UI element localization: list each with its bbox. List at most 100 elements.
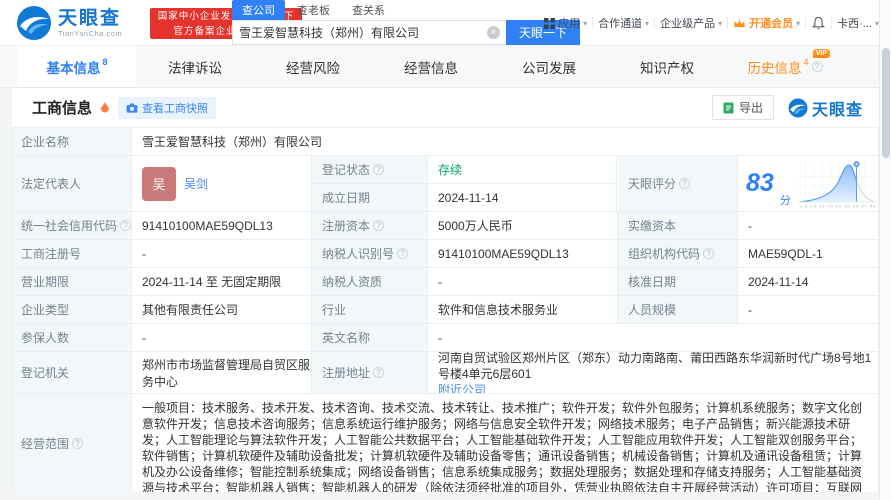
tab-company-development-label: 公司发展 xyxy=(522,60,576,76)
credit-code-label-text: 统一社会信用代码 xyxy=(21,219,118,233)
tab-operation-risk-label: 经营风险 xyxy=(286,60,340,76)
tab-company-development[interactable]: 公司发展 xyxy=(490,46,608,87)
tab-operation-risk[interactable]: 经营风险 xyxy=(254,46,372,87)
tab-operation-info-label: 经营信息 xyxy=(404,60,458,76)
crown-icon xyxy=(734,19,746,27)
tianyancha-logo-icon xyxy=(17,6,51,40)
divider xyxy=(592,17,594,29)
nav-vip[interactable]: 开通会员 ▾ xyxy=(733,15,800,31)
business-scope-label-text: 经营范围 xyxy=(21,436,70,451)
nav-enterprise-products[interactable]: 企业级产品 ▾ xyxy=(660,15,722,31)
reg-authority-value: 郑州市市场监督管理局自贸区服务中心 xyxy=(132,352,312,394)
legal-rep-name-link[interactable]: 吴剑 xyxy=(184,175,208,192)
watermark-text: 天眼查 xyxy=(811,101,863,119)
divider xyxy=(727,17,729,29)
business-snapshot-button[interactable]: 查看工商快照 xyxy=(118,96,217,119)
insured-label: 参保人数 xyxy=(13,324,132,352)
english-name-value: - xyxy=(428,324,879,352)
section-title: 工商信息 xyxy=(32,100,93,117)
approve-date-value: 2024-11-14 xyxy=(738,268,879,296)
approve-date-label: 核准日期 xyxy=(618,268,738,296)
reg-address-label: 注册地址 xyxy=(312,352,428,394)
chevron-down-icon: ▾ xyxy=(796,18,801,28)
logo-subtext: TianYanCha.com xyxy=(58,28,123,38)
export-file-icon xyxy=(723,102,734,113)
watermark-logo: 天眼查 xyxy=(788,96,863,120)
business-term-label: 营业期限 xyxy=(13,268,132,296)
industry-label: 行业 xyxy=(312,296,428,324)
tab-basic-info-label: 基本信息 xyxy=(46,60,101,76)
chevron-down-icon: ▾ xyxy=(645,18,650,28)
divider xyxy=(654,17,656,29)
nav-cooperation[interactable]: 合作通道 ▾ xyxy=(598,15,649,31)
taxpayer-quality-label: 纳税人资质 xyxy=(312,268,428,296)
reg-status-value: 存续 xyxy=(428,156,617,184)
legal-rep-avatar[interactable]: 吴 xyxy=(142,166,176,201)
nearby-companies-link[interactable]: 附近公司 xyxy=(438,382,486,394)
score-cell: 83 分 1 5 10 20 40 60 80 90 97 99 xyxy=(738,156,879,212)
nav-enterprise-label: 企业级产品 xyxy=(660,18,716,30)
score-label-text: 天眼评分 xyxy=(628,177,677,191)
reg-address-label-text: 注册地址 xyxy=(322,366,371,380)
business-info-table: 企业名称 雪王爱智慧科技（郑州）有限公司 法定代表人 吴 吴剑 登记状态 存续 … xyxy=(12,127,879,492)
reg-capital-label: 注册资本 xyxy=(312,212,428,240)
business-info-card: 工商信息 查看工商快照 导出 天眼查 企业名称 雪王爱智慧科技（郑州）有限公司 … xyxy=(12,88,879,492)
tab-basic-info[interactable]: 基本信息 8 xyxy=(18,46,136,87)
reg-capital-label-text: 注册资本 xyxy=(322,219,371,233)
help-icon[interactable] xyxy=(120,220,131,231)
company-type-label: 企业类型 xyxy=(13,296,132,324)
establish-date-value: 2024-11-14 xyxy=(428,184,617,212)
search-input[interactable] xyxy=(239,25,487,40)
score-label: 天眼评分 xyxy=(618,156,738,212)
camera-icon xyxy=(126,102,138,113)
credit-code-value: 91410100MAE59QDL13 xyxy=(132,212,312,240)
credit-code-label: 统一社会信用代码 xyxy=(13,212,132,240)
taxpayer-quality-value: - xyxy=(428,268,618,296)
help-icon[interactable] xyxy=(72,437,84,449)
taxpayer-id-value: 91410100MAE59QDL13 xyxy=(428,240,618,268)
paid-capital-label: 实缴资本 xyxy=(618,212,738,240)
tianyancha-logo[interactable]: 天眼查 TianYanCha.com xyxy=(16,5,122,41)
bell-icon[interactable] xyxy=(811,16,826,31)
business-scope-label: 经营范围 xyxy=(13,394,132,492)
business-scope-value: 一般项目：技术服务、技术开发、技术咨询、技术交流、技术转让、技术推广；软件开发；… xyxy=(132,394,879,492)
nav-apps[interactable]: 应用 ▾ xyxy=(544,15,587,31)
reg-status-label-text: 登记状态 xyxy=(322,163,371,177)
help-icon[interactable] xyxy=(811,61,823,72)
english-name-label: 英文名称 xyxy=(312,324,428,352)
chevron-down-icon: ▾ xyxy=(718,18,723,28)
help-icon[interactable] xyxy=(703,248,715,259)
tab-history-info[interactable]: 历史信息 4 VIP xyxy=(726,46,844,87)
tab-legal-litigation[interactable]: 法律诉讼 xyxy=(136,46,254,87)
help-icon[interactable] xyxy=(397,248,409,259)
insured-value: - xyxy=(132,324,312,352)
user-name: 卡西·... xyxy=(837,18,872,30)
vip-badge: VIP xyxy=(812,49,830,58)
tab-operation-info[interactable]: 经营信息 xyxy=(372,46,490,87)
flame-icon xyxy=(101,101,109,113)
help-icon[interactable] xyxy=(373,367,385,378)
nav-user[interactable]: 卡西·... ▾ xyxy=(837,15,879,31)
score-unit: 分 xyxy=(779,195,791,207)
search-tab-relation[interactable]: 查关系 xyxy=(342,0,395,20)
scrollbar-thumb[interactable] xyxy=(882,48,890,158)
reg-no-value: - xyxy=(132,240,312,268)
company-type-value: 其他有限责任公司 xyxy=(132,296,312,324)
export-button[interactable]: 导出 xyxy=(711,95,774,120)
help-icon[interactable] xyxy=(373,164,385,175)
help-icon[interactable] xyxy=(373,220,385,231)
chevron-down-icon: ▾ xyxy=(583,18,588,28)
scrollbar xyxy=(879,0,891,500)
search-tab-boss[interactable]: 查老板 xyxy=(287,0,340,20)
reg-no-label: 工商注册号 xyxy=(13,240,132,268)
tab-intellectual-property[interactable]: 知识产权 xyxy=(608,46,726,87)
paid-capital-value: - xyxy=(738,212,879,240)
help-icon[interactable] xyxy=(679,178,691,189)
tab-history-info-label: 历史信息 xyxy=(747,60,802,76)
reg-status-label: 登记状态 xyxy=(312,156,428,184)
staff-size-label: 人员规模 xyxy=(618,296,738,324)
logo-text: 天眼查 xyxy=(58,7,122,29)
search-tab-company[interactable]: 查公司 xyxy=(232,0,285,20)
clear-icon[interactable]: × xyxy=(487,26,500,39)
establish-date-label: 成立日期 xyxy=(312,184,428,212)
